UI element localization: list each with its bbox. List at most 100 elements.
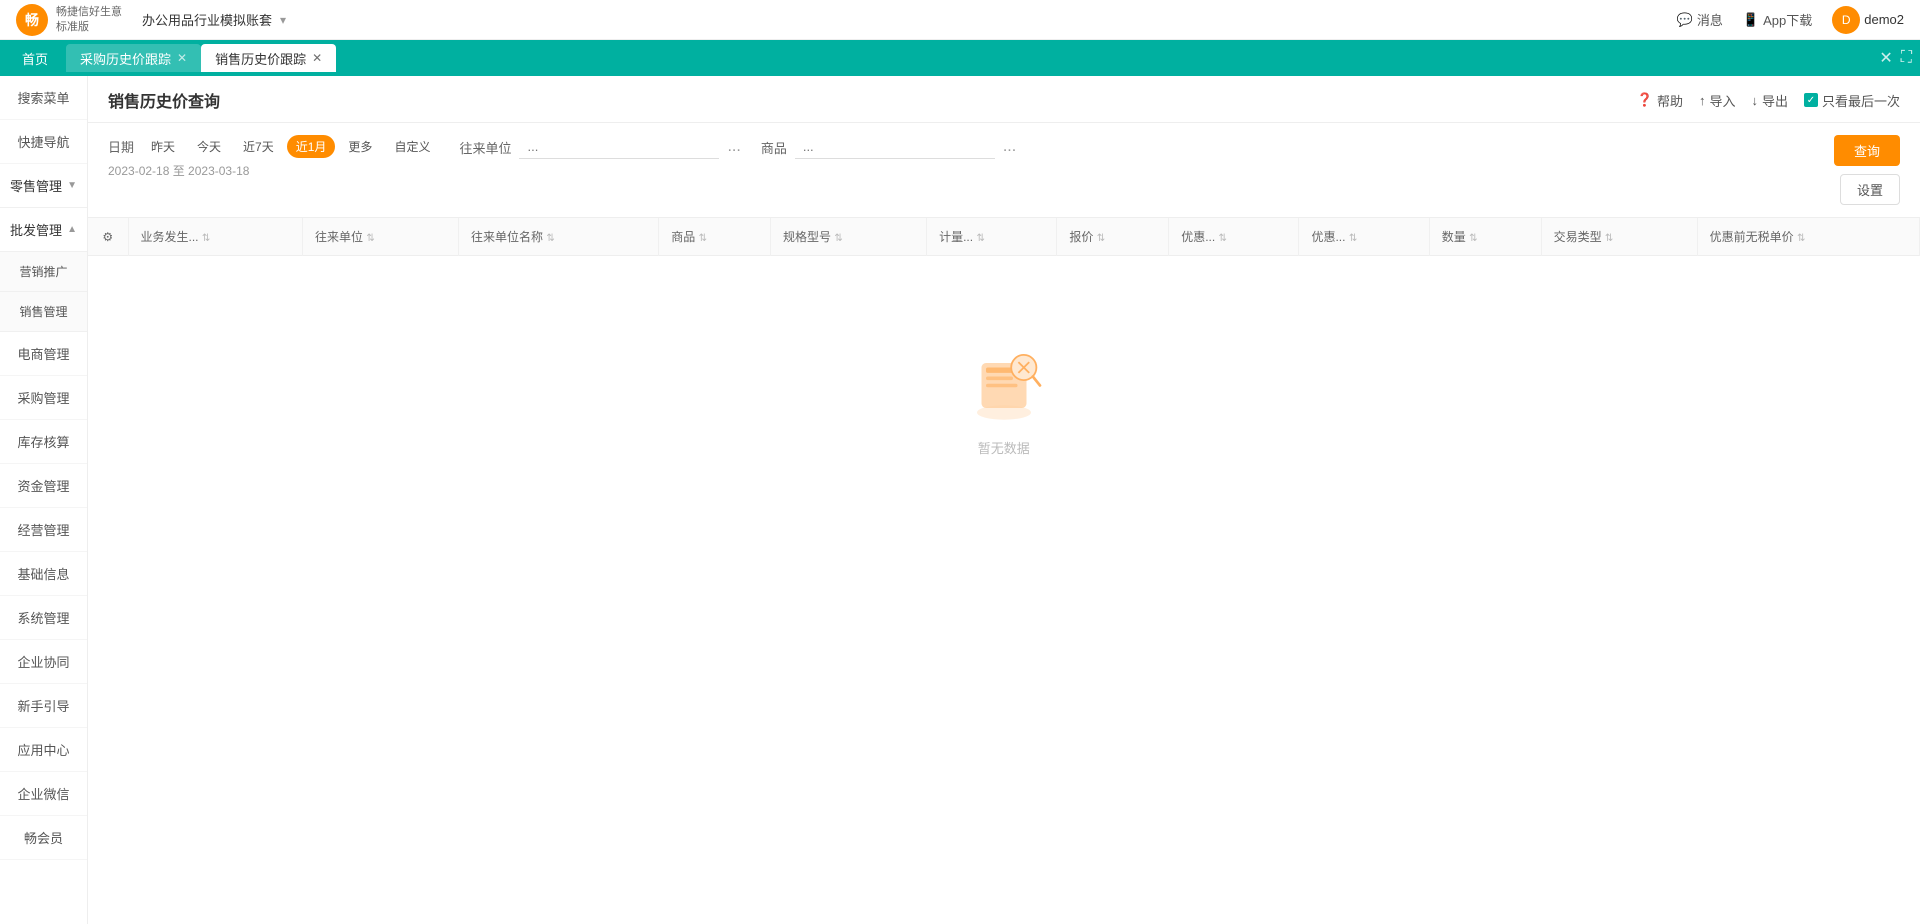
chevron-down-icon: ▼	[67, 180, 77, 191]
empty-text: 暂无数据	[978, 438, 1030, 457]
sidebar-item-wholesale[interactable]: 批发管理 ▲	[0, 208, 87, 252]
tab-sales-history[interactable]: 销售历史价跟踪 ✕	[201, 44, 336, 72]
source-input[interactable]	[519, 135, 719, 159]
table-col-partner-name[interactable]: 往来单位名称 ⇅	[458, 218, 658, 256]
table-col-pretax-price[interactable]: 优惠前无税单价 ⇅	[1697, 218, 1919, 256]
main-area: 搜索菜单 快捷导航 零售管理 ▼ 批发管理 ▲ 营销推广 销售管理 电商管理 采…	[0, 76, 1920, 924]
date-btn-1month[interactable]: 近1月	[287, 135, 336, 158]
sort-icon: ⇅	[1097, 233, 1105, 244]
table-col-spec[interactable]: 规格型号 ⇅	[771, 218, 927, 256]
sidebar-item-wechat[interactable]: 企业微信	[0, 772, 87, 816]
table-header-row: ⚙ 业务发生... ⇅ 往来单位 ⇅ 往来单位名称 ⇅	[88, 218, 1920, 256]
app-download-action[interactable]: 📱 App下载	[1743, 10, 1812, 29]
sidebar-item-basic-info[interactable]: 基础信息	[0, 552, 87, 596]
sidebar-item-guide[interactable]: 新手引导	[0, 684, 87, 728]
sidebar-item-retail[interactable]: 零售管理 ▼	[0, 164, 87, 208]
sort-icon: ⇅	[202, 233, 210, 244]
table-gear-th[interactable]: ⚙	[88, 218, 128, 256]
date-btn-custom[interactable]: 自定义	[385, 135, 439, 158]
user-area[interactable]: D demo2	[1832, 6, 1904, 34]
import-action[interactable]: ↑ 导入	[1699, 91, 1736, 110]
download-icon: 📱	[1743, 12, 1759, 28]
sidebar-item-quick-nav[interactable]: 快捷导航	[0, 120, 87, 164]
close-tab1-button[interactable]: ✕	[177, 51, 187, 65]
sidebar-item-system[interactable]: 系统管理	[0, 596, 87, 640]
date-filter-row: 日期 昨天 今天 近7天 近1月 更多 自定义	[108, 135, 439, 158]
content-area: 销售历史价查询 ❓ 帮助 ↑ 导入 ↓ 导出 ✓	[88, 76, 1920, 924]
table-col-product[interactable]: 商品 ⇅	[659, 218, 771, 256]
top-header: 畅 畅捷信好生意 标准版 办公用品行业模拟账套 ▾ 💬 消息 📱 App下载 D…	[0, 0, 1920, 40]
date-btn-today[interactable]: 今天	[188, 135, 230, 158]
query-button[interactable]: 查询	[1834, 135, 1900, 166]
header-right: 💬 消息 📱 App下载 D demo2	[1677, 6, 1904, 34]
page-title: 销售历史价查询	[108, 88, 220, 112]
sort-icon: ⇅	[976, 233, 984, 244]
date-btn-more[interactable]: 更多	[339, 135, 381, 158]
sidebar-item-marketing[interactable]: 营销推广	[0, 252, 87, 292]
sort-icon: ⇅	[699, 233, 707, 244]
sort-icon: ⇅	[1349, 233, 1357, 244]
close-all-tabs-button[interactable]: ✕	[1879, 48, 1892, 68]
page-actions: ❓ 帮助 ↑ 导入 ↓ 导出 ✓ 只看最后一次	[1637, 91, 1900, 110]
sort-icon: ⇅	[1797, 233, 1805, 244]
breadcrumb-dropdown-icon[interactable]: ▾	[280, 13, 286, 27]
sort-icon: ⇅	[546, 233, 554, 244]
tab-purchase-history[interactable]: 采购历史价跟踪 ✕	[66, 44, 201, 72]
message-action[interactable]: 💬 消息	[1677, 10, 1723, 29]
table-col-qty[interactable]: 数量 ⇅	[1429, 218, 1541, 256]
source-filter-group: 往来单位 ...	[459, 135, 740, 159]
sidebar-item-search[interactable]: 搜索菜单	[0, 76, 87, 120]
tab-home[interactable]: 首页	[8, 44, 62, 72]
sort-icon: ⇅	[1469, 233, 1477, 244]
sort-icon: ⇅	[366, 233, 374, 244]
sidebar-item-purchase[interactable]: 采购管理	[0, 376, 87, 420]
import-icon: ↑	[1699, 93, 1706, 108]
sidebar: 搜索菜单 快捷导航 零售管理 ▼ 批发管理 ▲ 营销推广 销售管理 电商管理 采…	[0, 76, 88, 924]
maximize-button[interactable]: ⛶	[1901, 49, 1912, 67]
product-dots-button[interactable]: ...	[1003, 138, 1016, 156]
export-icon: ↓	[1751, 93, 1758, 108]
table-col-date[interactable]: 业务发生... ⇅	[128, 218, 302, 256]
table-body: 暂无数据	[88, 256, 1920, 538]
sidebar-item-member[interactable]: 畅会员	[0, 816, 87, 860]
table-col-price[interactable]: 报价 ⇅	[1057, 218, 1169, 256]
message-icon: 💬	[1677, 12, 1693, 28]
page-header: 销售历史价查询 ❓ 帮助 ↑ 导入 ↓ 导出 ✓	[88, 76, 1920, 123]
sidebar-item-enterprise[interactable]: 企业协同	[0, 640, 87, 684]
filter-btn-group: 查询 设置	[1834, 135, 1900, 205]
help-action[interactable]: ❓ 帮助	[1637, 91, 1683, 110]
date-btn-yesterday[interactable]: 昨天	[142, 135, 184, 158]
sidebar-item-ecommerce[interactable]: 电商管理	[0, 332, 87, 376]
table-area: ⚙ 业务发生... ⇅ 往来单位 ⇅ 往来单位名称 ⇅	[88, 218, 1920, 924]
avatar: D	[1832, 6, 1860, 34]
table-col-trade-type[interactable]: 交易类型 ⇅	[1541, 218, 1697, 256]
empty-illustration	[959, 336, 1049, 426]
settings-button[interactable]: 设置	[1840, 174, 1900, 205]
logo-text: 畅捷信好生意 标准版	[56, 5, 122, 34]
page-title-row: 销售历史价查询 ❓ 帮助 ↑ 导入 ↓ 导出 ✓	[108, 88, 1900, 122]
username: demo2	[1864, 12, 1904, 27]
sidebar-item-app-center[interactable]: 应用中心	[0, 728, 87, 772]
only-last-checkbox-label[interactable]: ✓ 只看最后一次	[1804, 91, 1900, 110]
source-dots-button[interactable]: ...	[727, 138, 740, 156]
export-action[interactable]: ↓ 导出	[1751, 91, 1788, 110]
product-label: 商品	[761, 138, 787, 157]
empty-state-row: 暂无数据	[88, 256, 1920, 538]
table-col-discount2[interactable]: 优惠... ⇅	[1299, 218, 1429, 256]
breadcrumb-label: 办公用品行业模拟账套	[142, 10, 272, 29]
table-col-unit[interactable]: 计量... ⇅	[927, 218, 1057, 256]
table-col-partner-code[interactable]: 往来单位 ⇅	[302, 218, 458, 256]
data-table: ⚙ 业务发生... ⇅ 往来单位 ⇅ 往来单位名称 ⇅	[88, 218, 1920, 537]
sort-icon: ⇅	[1605, 233, 1613, 244]
sidebar-item-operations[interactable]: 经营管理	[0, 508, 87, 552]
sidebar-item-inventory[interactable]: 库存核算	[0, 420, 87, 464]
date-btn-7days[interactable]: 近7天	[234, 135, 283, 158]
close-tab2-button[interactable]: ✕	[312, 51, 322, 65]
product-input[interactable]	[795, 135, 995, 159]
breadcrumb: 办公用品行业模拟账套 ▾	[142, 10, 1677, 29]
table-col-discount1[interactable]: 优惠... ⇅	[1169, 218, 1299, 256]
sidebar-item-finance[interactable]: 资金管理	[0, 464, 87, 508]
product-filter-group: 商品 ...	[761, 135, 1016, 159]
sidebar-item-sales-mgmt[interactable]: 销售管理	[0, 292, 87, 332]
date-label: 日期	[108, 137, 134, 156]
